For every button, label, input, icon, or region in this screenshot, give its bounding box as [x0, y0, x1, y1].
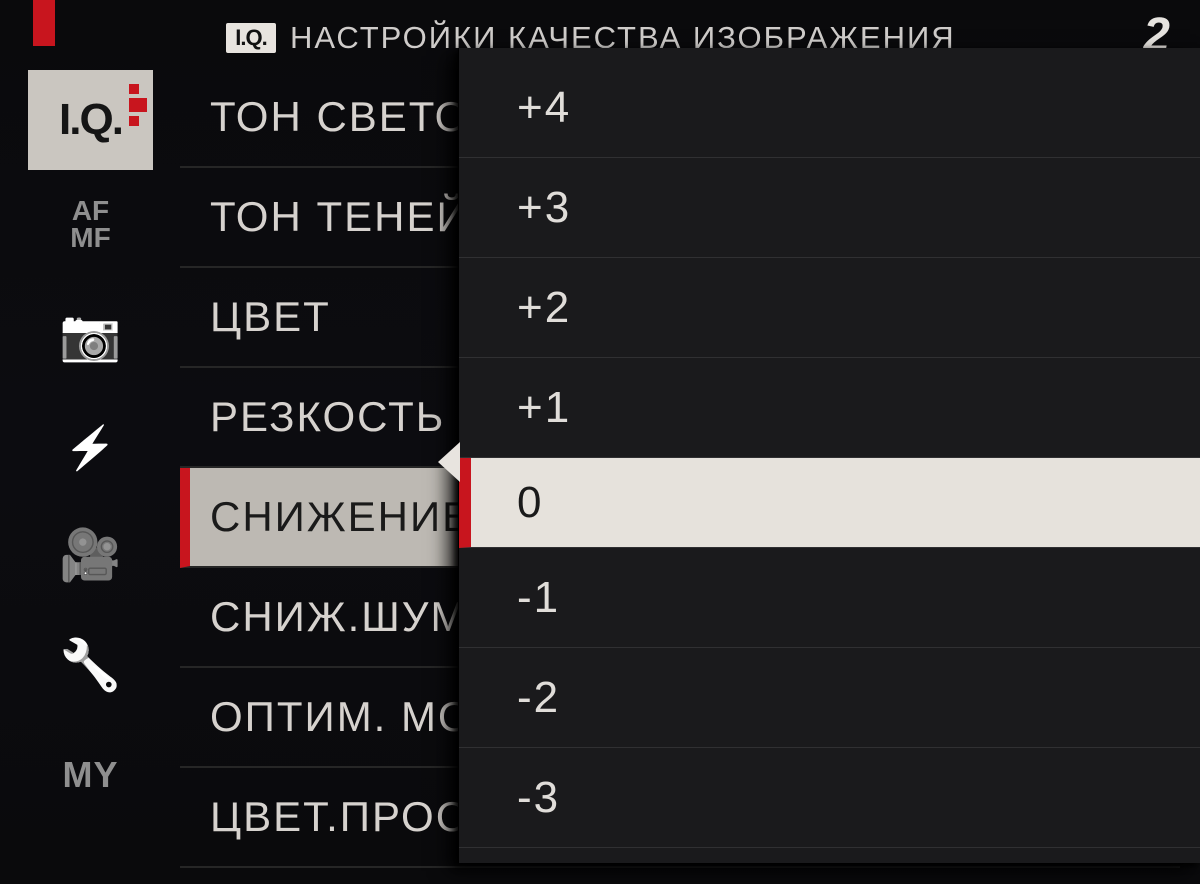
- tab-iq-label: I.Q.: [59, 95, 122, 145]
- value-option-plus3[interactable]: +3: [459, 158, 1200, 258]
- menu-item-label: ЦВЕТ: [210, 293, 331, 341]
- tab-afmf-label: AFMF: [70, 198, 110, 251]
- value-option-label: +1: [517, 383, 571, 433]
- tab-my[interactable]: MY: [28, 720, 153, 830]
- tab-afmf[interactable]: AFMF: [28, 170, 153, 280]
- value-option-label: -3: [517, 773, 560, 823]
- value-option-zero[interactable]: 0: [459, 458, 1200, 548]
- value-option-plus4[interactable]: +4: [459, 58, 1200, 158]
- value-option-minus3[interactable]: -3: [459, 748, 1200, 848]
- flash-icon: [64, 416, 116, 474]
- sidebar: I.Q. AFMF MY: [28, 70, 153, 870]
- tab-iq[interactable]: I.Q.: [28, 70, 153, 170]
- menu-item-label: РЕЗКОСТЬ: [210, 393, 445, 441]
- tab-flash[interactable]: [28, 390, 153, 500]
- value-popup-list: +4 +3 +2 +1 0 -1 -2 -3: [459, 58, 1200, 848]
- menu-item-label: ТОН ТЕНЕЙ: [210, 193, 469, 241]
- value-option-label: 0: [517, 478, 543, 528]
- value-option-label: -2: [517, 673, 560, 723]
- header-iq-badge: I.Q.: [226, 23, 276, 53]
- movie-icon: [59, 526, 121, 585]
- tab-movie[interactable]: [28, 500, 153, 610]
- value-option-label: +4: [517, 83, 571, 133]
- value-option-label: -1: [517, 573, 560, 623]
- value-option-label: +3: [517, 183, 571, 233]
- tab-setup[interactable]: [28, 610, 153, 720]
- value-option-label: +2: [517, 283, 571, 333]
- tab-iq-dots-icon: [129, 84, 147, 126]
- value-option-plus2[interactable]: +2: [459, 258, 1200, 358]
- menu-item-label: ТОН СВЕТОВ: [210, 93, 499, 141]
- value-option-minus2[interactable]: -2: [459, 648, 1200, 748]
- wrench-icon: [59, 636, 121, 695]
- value-option-minus1[interactable]: -1: [459, 548, 1200, 648]
- popup-left-arrow-icon: [438, 442, 460, 482]
- value-option-plus1[interactable]: +1: [459, 358, 1200, 458]
- camera-icon: [59, 306, 121, 365]
- tab-camera[interactable]: [28, 280, 153, 390]
- value-popup: +4 +3 +2 +1 0 -1 -2 -3: [458, 48, 1200, 863]
- tab-my-label: MY: [63, 754, 119, 796]
